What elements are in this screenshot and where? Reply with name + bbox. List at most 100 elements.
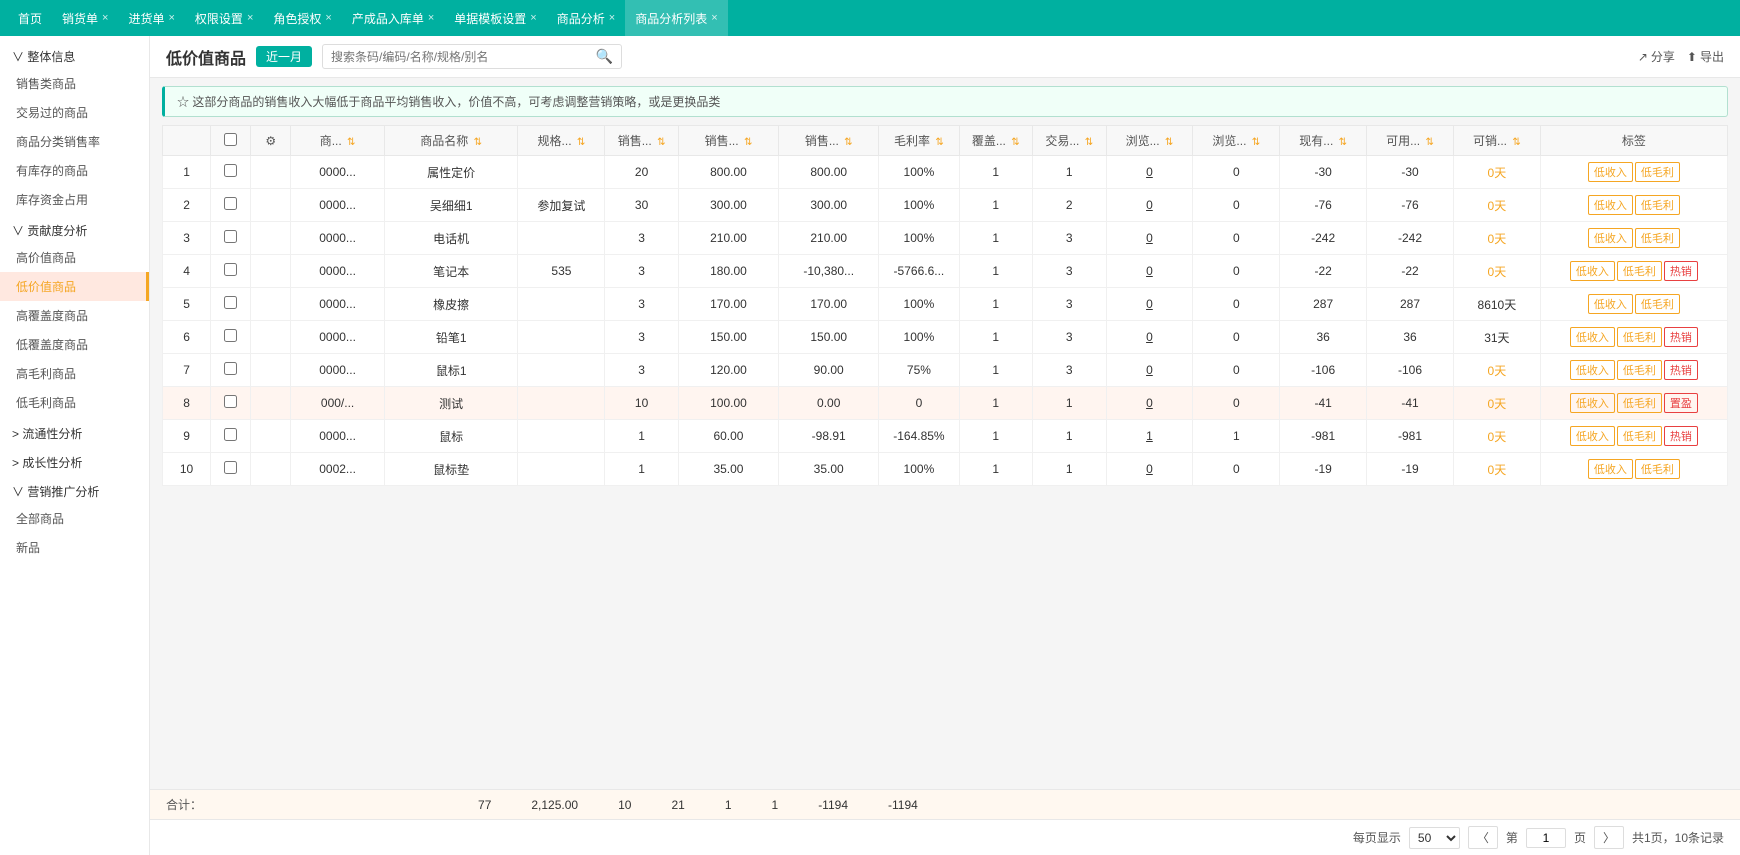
product-tag: 低收入 xyxy=(1570,426,1615,446)
sidebar-group-overall[interactable]: ∨ 整体信息 xyxy=(0,40,149,69)
nav-product-inbound[interactable]: 产成品入库单× xyxy=(342,0,444,36)
browse-count1: 0 xyxy=(1106,387,1193,420)
nav-close-template-settings[interactable]: × xyxy=(530,12,536,24)
gross-rate: 100% xyxy=(879,189,959,222)
sidebar-item-traded-products[interactable]: 交易过的商品 xyxy=(0,98,149,127)
product-code: 0000... xyxy=(291,255,385,288)
nav-product-analysis[interactable]: 商品分析× xyxy=(547,0,625,36)
row-checkbox[interactable] xyxy=(224,263,237,276)
browse-count1: 0 xyxy=(1106,156,1193,189)
browse-link[interactable]: 0 xyxy=(1146,297,1153,311)
sidebar-item-category-sales-rate[interactable]: 商品分类销售率 xyxy=(0,127,149,156)
sidebar-item-high-value[interactable]: 高价值商品 xyxy=(0,243,149,272)
browse-link[interactable]: 0 xyxy=(1146,165,1153,179)
browse-count1: 0 xyxy=(1106,222,1193,255)
sale-qty: 20 xyxy=(605,156,679,189)
col-header-browse2: 浏览... ⇅ xyxy=(1193,126,1280,156)
row-checkbox[interactable] xyxy=(224,296,237,309)
nav-close-product-inbound[interactable]: × xyxy=(428,12,434,24)
stock-available: 287 xyxy=(1367,288,1454,321)
row-checkbox[interactable] xyxy=(224,329,237,342)
sidebar-group-growth[interactable]: > 成长性分析 xyxy=(0,446,149,475)
product-tag: 置盈 xyxy=(1664,393,1698,413)
sidebar-item-new-products[interactable]: 新品 xyxy=(0,533,149,562)
share-button[interactable]: ↗ 分享 xyxy=(1638,48,1675,65)
browse-link[interactable]: 0 xyxy=(1146,231,1153,245)
sellable-days: 0天 xyxy=(1453,453,1540,486)
nav-close-permission[interactable]: × xyxy=(247,12,253,24)
browse-link[interactable]: 0 xyxy=(1146,198,1153,212)
table-row: 3 0000... 电话机 3 210.00 210.00 100% 1 3 0… xyxy=(163,222,1728,255)
product-table: ⚙ 商... ⇅ 商品名称 ⇅ 规格... ⇅ 销售... ⇅ 销售... ⇅ … xyxy=(162,125,1728,486)
nav-product-analysis-list[interactable]: 商品分析列表× xyxy=(625,0,727,36)
row-checkbox[interactable] xyxy=(224,230,237,243)
page-suffix: 页 xyxy=(1574,829,1586,846)
col-header-settings[interactable]: ⚙ xyxy=(251,126,291,156)
col-header-spec: 规格... ⇅ xyxy=(518,126,605,156)
browse-count1: 1 xyxy=(1106,420,1193,453)
nav-permission[interactable]: 权限设置× xyxy=(185,0,263,36)
table-row: 7 0000... 鼠标1 3 120.00 90.00 75% 1 3 0 0… xyxy=(163,354,1728,387)
tag-cell: 低收入低毛利热销 xyxy=(1540,420,1727,453)
nav-sales-order[interactable]: 销货单× xyxy=(52,0,118,36)
stock-current: -30 xyxy=(1280,156,1367,189)
sellable-days: 0天 xyxy=(1453,387,1540,420)
sidebar-item-high-coverage[interactable]: 高覆盖度商品 xyxy=(0,301,149,330)
sidebar-item-all-products[interactable]: 全部商品 xyxy=(0,504,149,533)
footer-trade: 21 xyxy=(671,798,684,812)
product-tag: 低毛利 xyxy=(1635,195,1680,215)
page-number-input[interactable] xyxy=(1526,828,1566,848)
browse-link[interactable]: 0 xyxy=(1146,462,1153,476)
sidebar-item-sales-products[interactable]: 销售类商品 xyxy=(0,69,149,98)
row-checkbox[interactable] xyxy=(224,461,237,474)
row-checkbox[interactable] xyxy=(224,164,237,177)
nav-close-sales-order[interactable]: × xyxy=(102,12,108,24)
pagination-bar: 每页显示 50 100 200 〈 第 页 〉 共1页，10条记录 xyxy=(150,819,1740,855)
select-all-checkbox[interactable] xyxy=(224,133,237,146)
browse-link[interactable]: 0 xyxy=(1146,396,1153,410)
first-page-button[interactable]: 〈 xyxy=(1468,826,1498,849)
export-button[interactable]: ⬆ 导出 xyxy=(1687,48,1724,65)
nav-home[interactable]: 首页 xyxy=(8,0,52,36)
sidebar-group-marketing[interactable]: ∨ 营销推广分析 xyxy=(0,475,149,504)
row-checkbox[interactable] xyxy=(224,362,237,375)
product-name: 电话机 xyxy=(384,222,518,255)
browse-link[interactable]: 1 xyxy=(1146,429,1153,443)
browse-link[interactable]: 0 xyxy=(1146,330,1153,344)
sidebar-item-low-coverage[interactable]: 低覆盖度商品 xyxy=(0,330,149,359)
sellable-days: 0天 xyxy=(1453,222,1540,255)
sidebar-item-low-value[interactable]: 低价值商品 xyxy=(0,272,149,301)
table-row: 6 0000... 铅笔1 3 150.00 150.00 100% 1 3 0… xyxy=(163,321,1728,354)
sidebar-group-liquidity[interactable]: > 流通性分析 xyxy=(0,417,149,446)
nav-close-product-analysis-list[interactable]: × xyxy=(711,12,717,24)
sidebar-group-contribution[interactable]: ∨ 贡献度分析 xyxy=(0,214,149,243)
browse-link[interactable]: 0 xyxy=(1146,264,1153,278)
nav-close-product-analysis[interactable]: × xyxy=(609,12,615,24)
nav-close-role-auth[interactable]: × xyxy=(325,12,331,24)
row-checkbox[interactable] xyxy=(224,395,237,408)
page-size-select[interactable]: 50 100 200 xyxy=(1409,827,1460,849)
row-number: 5 xyxy=(163,288,211,321)
browse-link[interactable]: 0 xyxy=(1146,363,1153,377)
product-spec xyxy=(518,288,605,321)
row-checkbox[interactable] xyxy=(224,428,237,441)
nav-role-auth[interactable]: 角色授权× xyxy=(263,0,341,36)
footer-sale-qty: 77 xyxy=(478,798,491,812)
nav-purchase-order[interactable]: 进货单× xyxy=(118,0,184,36)
browse-count1: 0 xyxy=(1106,354,1193,387)
search-icon[interactable]: 🔍 xyxy=(596,48,613,65)
sidebar-item-with-stock[interactable]: 有库存的商品 xyxy=(0,156,149,185)
sidebar-item-high-margin[interactable]: 高毛利商品 xyxy=(0,359,149,388)
nav-close-purchase-order[interactable]: × xyxy=(168,12,174,24)
product-tag: 低毛利 xyxy=(1617,426,1662,446)
filter-button[interactable]: 近一月 xyxy=(256,46,312,67)
sidebar-item-stock-capital[interactable]: 库存资金占用 xyxy=(0,185,149,214)
row-checkbox-cell xyxy=(211,189,251,222)
row-checkbox[interactable] xyxy=(224,197,237,210)
gross-rate: -164.85% xyxy=(879,420,959,453)
search-input[interactable] xyxy=(331,50,596,64)
sidebar-item-low-margin[interactable]: 低毛利商品 xyxy=(0,388,149,417)
product-spec xyxy=(518,354,605,387)
next-page-button[interactable]: 〉 xyxy=(1594,826,1624,849)
nav-template-settings[interactable]: 单据模板设置× xyxy=(444,0,546,36)
